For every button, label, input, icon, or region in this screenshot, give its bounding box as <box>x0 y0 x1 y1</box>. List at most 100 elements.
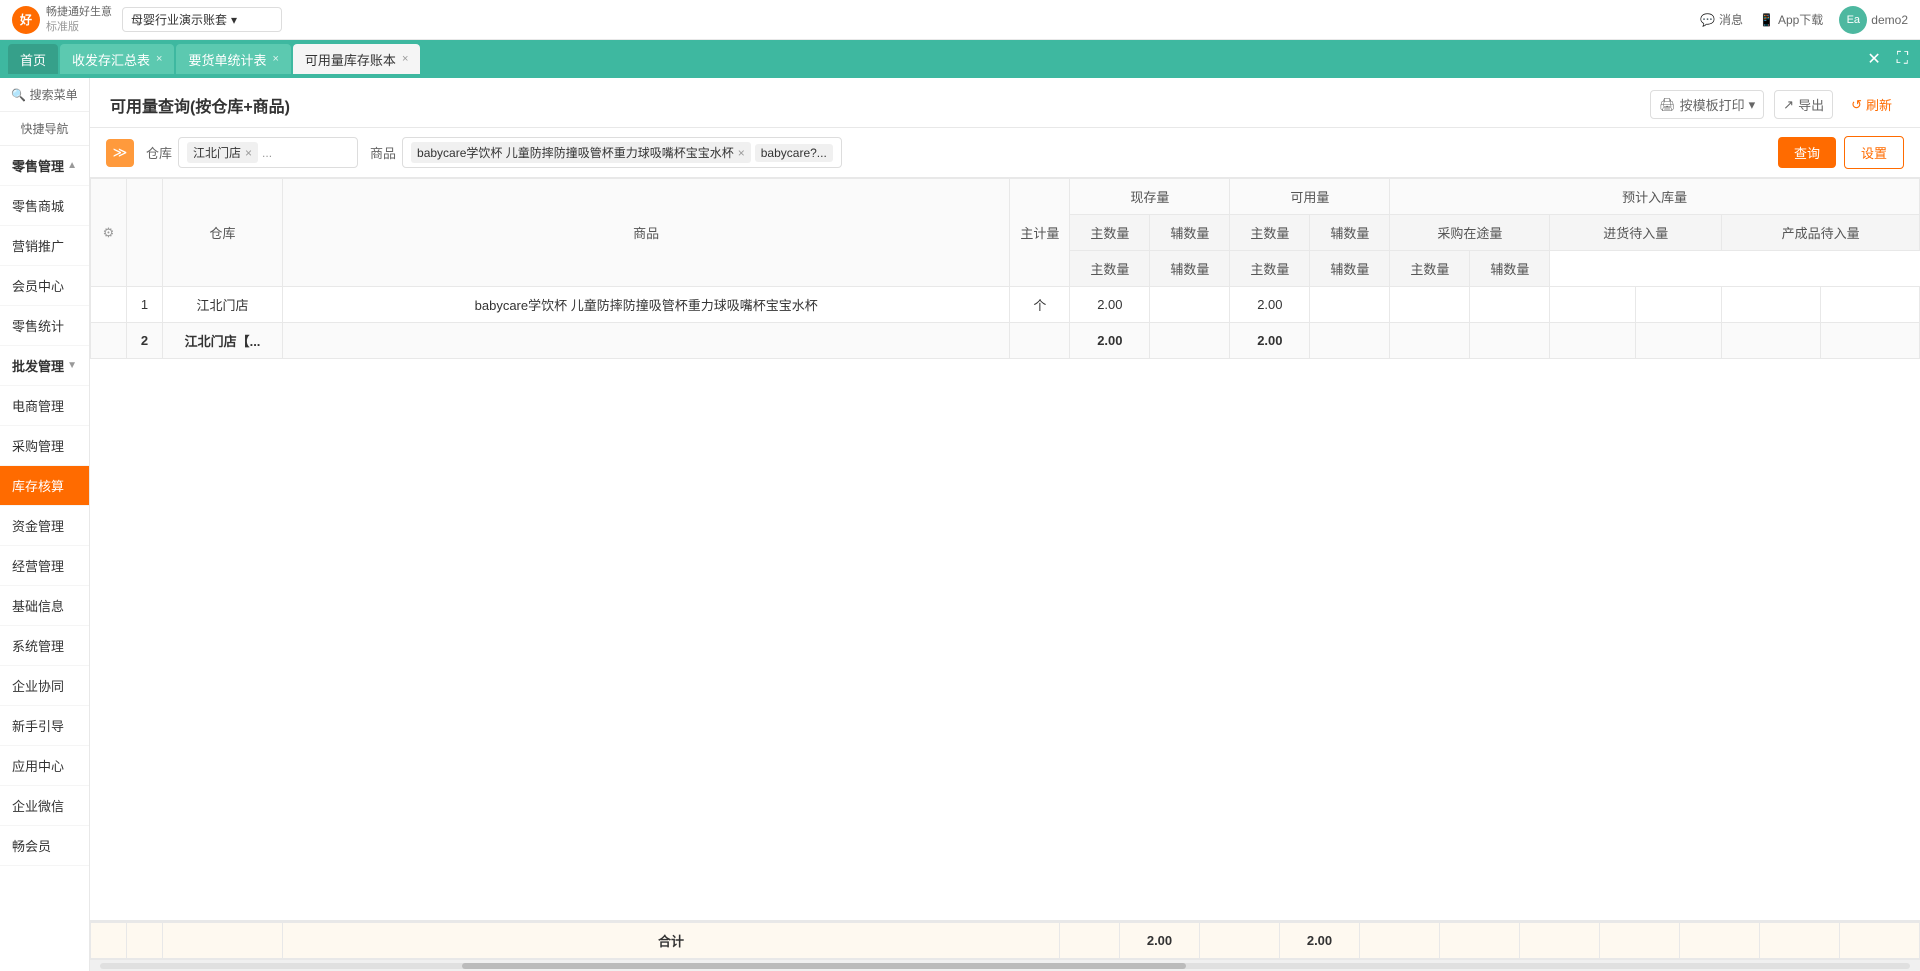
user-menu[interactable]: Ea demo2 <box>1839 6 1908 34</box>
query-button[interactable]: 查询 <box>1778 137 1836 168</box>
current-aux-header: 辅数量 <box>1150 215 1230 251</box>
warehouse-label: 仓库 <box>146 143 172 162</box>
row2-incoming-main <box>1550 323 1636 359</box>
warehouse-input[interactable]: 江北门店 × ... <box>178 137 358 168</box>
sidebar-item-retail-shop[interactable]: 零售商城 <box>0 186 89 226</box>
logo-text: 畅捷通好生意 标准版 <box>46 5 112 34</box>
col-current-stock-header: 现存量 <box>1070 179 1230 215</box>
filter-toggle-button[interactable]: ≫ <box>106 139 134 167</box>
header-right: 💬 消息 📱 App下载 Ea demo2 <box>1700 6 1908 34</box>
row2-no: 2 <box>127 323 163 359</box>
receipts-tab-label: 收发存汇总表 <box>72 50 150 69</box>
row1-goods: babycare学饮杯 儿童防摔防撞吸管杯重力球吸嘴杯宝宝水杯 <box>283 287 1010 323</box>
available-aux-header: 辅数量 <box>1310 215 1390 251</box>
row1-products-aux <box>1821 287 1920 323</box>
tab-actions: ✕ ⛶ <box>1863 47 1912 71</box>
filter-bar: ≫ 仓库 江北门店 × ... 商品 babycare学饮杯 儿童防摔防撞吸管杯… <box>90 128 1920 178</box>
row1-current-aux <box>1150 287 1230 323</box>
sidebar-item-marketing[interactable]: 营销推广 <box>0 226 89 266</box>
sidebar-section: 零售管理 ▲ 零售商城 营销推广 会员中心 零售统计 批发管理 ▼ 电商管理 <box>0 146 89 866</box>
incoming-header: 进货待入量 <box>1550 215 1722 251</box>
sidebar-item-wechat[interactable]: 企业微信 <box>0 786 89 826</box>
chevron-icon: ▼ <box>67 360 77 371</box>
sidebar-item-appstore[interactable]: 应用中心 <box>0 746 89 786</box>
page-title: 可用量查询(按仓库+商品) <box>110 93 290 117</box>
row1-no: 1 <box>127 287 163 323</box>
scrollbar-thumb[interactable] <box>462 963 1186 969</box>
settings-button[interactable]: 设置 <box>1844 136 1904 169</box>
page-actions: 🖨 按模板打印 ▾ ↗ 导出 ↺ 刷新 <box>1650 90 1900 119</box>
fullscreen-icon[interactable]: ⛶ <box>1893 48 1912 70</box>
footer-available-main: 2.00 <box>1280 923 1360 959</box>
row2-warehouse: 江北门店【... <box>163 323 283 359</box>
warehouse-tag: 江北门店 × <box>187 142 258 163</box>
close-tab-icon[interactable]: ✕ <box>1863 47 1884 71</box>
orders-close-icon[interactable]: × <box>272 53 278 65</box>
search-icon: 🔍 <box>11 88 26 102</box>
purchase-transit-header: 采购在途量 <box>1390 215 1550 251</box>
col-unit-header: 主计量 <box>1010 179 1070 287</box>
industry-selector[interactable]: 母婴行业演示账套 ▾ <box>122 7 282 32</box>
scrollbar-track <box>100 963 1910 969</box>
app-download-button[interactable]: 📱 App下载 <box>1759 11 1823 28</box>
print-button[interactable]: 🖨 按模板打印 ▾ <box>1650 90 1764 119</box>
warehouse-more[interactable]: ... <box>262 146 272 160</box>
orders-tab-label: 要货单统计表 <box>188 50 266 69</box>
horizontal-scrollbar[interactable] <box>90 959 1920 971</box>
data-table: ⚙ 仓库 商品 主计量 现存量 <box>90 178 1920 359</box>
export-button[interactable]: ↗ 导出 <box>1774 90 1833 119</box>
sidebar-item-retail-stats[interactable]: 零售统计 <box>0 306 89 346</box>
row1-settings <box>91 287 127 323</box>
sidebar-item-newuser[interactable]: 新手引导 <box>0 706 89 746</box>
purchase-aux-sub: 辅数量 <box>1150 251 1230 287</box>
sidebar-item-vip[interactable]: 畅会员 <box>0 826 89 866</box>
row2-current-aux <box>1150 323 1230 359</box>
sidebar-item-wholesale[interactable]: 批发管理 ▼ <box>0 346 89 386</box>
tab-orders[interactable]: 要货单统计表 × <box>176 44 290 74</box>
row1-unit: 个 <box>1010 287 1070 323</box>
sidebar-item-finance[interactable]: 资金管理 <box>0 506 89 546</box>
incoming-aux-sub: 辅数量 <box>1310 251 1390 287</box>
sidebar-item-retail[interactable]: 零售管理 ▲ <box>0 146 89 186</box>
sidebar: 🔍 搜索菜单 快捷导航 零售管理 ▲ 零售商城 营销推广 会员中心 零售统计 <box>0 78 90 971</box>
nav-tabs: 首页 收发存汇总表 × 要货单统计表 × 可用量库存账本 × ✕ ⛶ <box>0 40 1920 78</box>
message-icon: 💬 <box>1700 13 1715 27</box>
col-available-header: 可用量 <box>1230 179 1390 215</box>
message-button[interactable]: 💬 消息 <box>1700 11 1743 28</box>
available-close-icon[interactable]: × <box>402 53 408 65</box>
tab-available[interactable]: 可用量库存账本 × <box>293 44 420 74</box>
row2-available-main: 2.00 <box>1230 323 1310 359</box>
sidebar-item-system[interactable]: 系统管理 <box>0 626 89 666</box>
tab-home[interactable]: 首页 <box>8 44 58 74</box>
footer-row: 合计 2.00 2.00 <box>91 923 1920 959</box>
refresh-button[interactable]: ↺ 刷新 <box>1843 91 1900 118</box>
sidebar-quick-nav[interactable]: 快捷导航 <box>0 112 89 146</box>
row1-current-main: 2.00 <box>1070 287 1150 323</box>
sidebar-item-member[interactable]: 会员中心 <box>0 266 89 306</box>
goods-filter: 商品 babycare学饮杯 儿童防摔防撞吸管杯重力球吸嘴杯宝宝水杯 × bab… <box>370 137 842 168</box>
receipts-close-icon[interactable]: × <box>156 53 162 65</box>
row2-goods <box>283 323 1010 359</box>
col-settings-header: ⚙ <box>91 179 127 287</box>
home-tab-label: 首页 <box>20 50 46 69</box>
goods-input[interactable]: babycare学饮杯 儿童防摔防撞吸管杯重力球吸嘴杯宝宝水杯 × babyca… <box>402 137 842 168</box>
col-warehouse-header: 仓库 <box>163 179 283 287</box>
row1-warehouse: 江北门店 <box>163 287 283 323</box>
header-left: 好 畅捷通好生意 标准版 母婴行业演示账套 ▾ <box>12 5 282 34</box>
sidebar-search[interactable]: 🔍 搜索菜单 <box>0 78 89 112</box>
sidebar-item-operations[interactable]: 经营管理 <box>0 546 89 586</box>
footer-label: 合计 <box>283 923 1060 959</box>
goods-tag-1-close[interactable]: × <box>738 146 745 160</box>
sidebar-item-basics[interactable]: 基础信息 <box>0 586 89 626</box>
row2-current-main: 2.00 <box>1070 323 1150 359</box>
sidebar-item-inventory[interactable]: 库存核算 <box>0 466 89 506</box>
warehouse-tag-close[interactable]: × <box>245 146 252 160</box>
sidebar-item-ecommerce[interactable]: 电商管理 <box>0 386 89 426</box>
sidebar-item-enterprise[interactable]: 企业协同 <box>0 666 89 706</box>
sidebar-item-purchase[interactable]: 采购管理 <box>0 426 89 466</box>
chevron-down-icon: ▾ <box>1749 97 1756 113</box>
column-settings-icon[interactable]: ⚙ <box>103 225 115 240</box>
tab-receipts[interactable]: 收发存汇总表 × <box>60 44 174 74</box>
filter-actions: 查询 设置 <box>1778 136 1904 169</box>
row2-products-main <box>1722 323 1821 359</box>
